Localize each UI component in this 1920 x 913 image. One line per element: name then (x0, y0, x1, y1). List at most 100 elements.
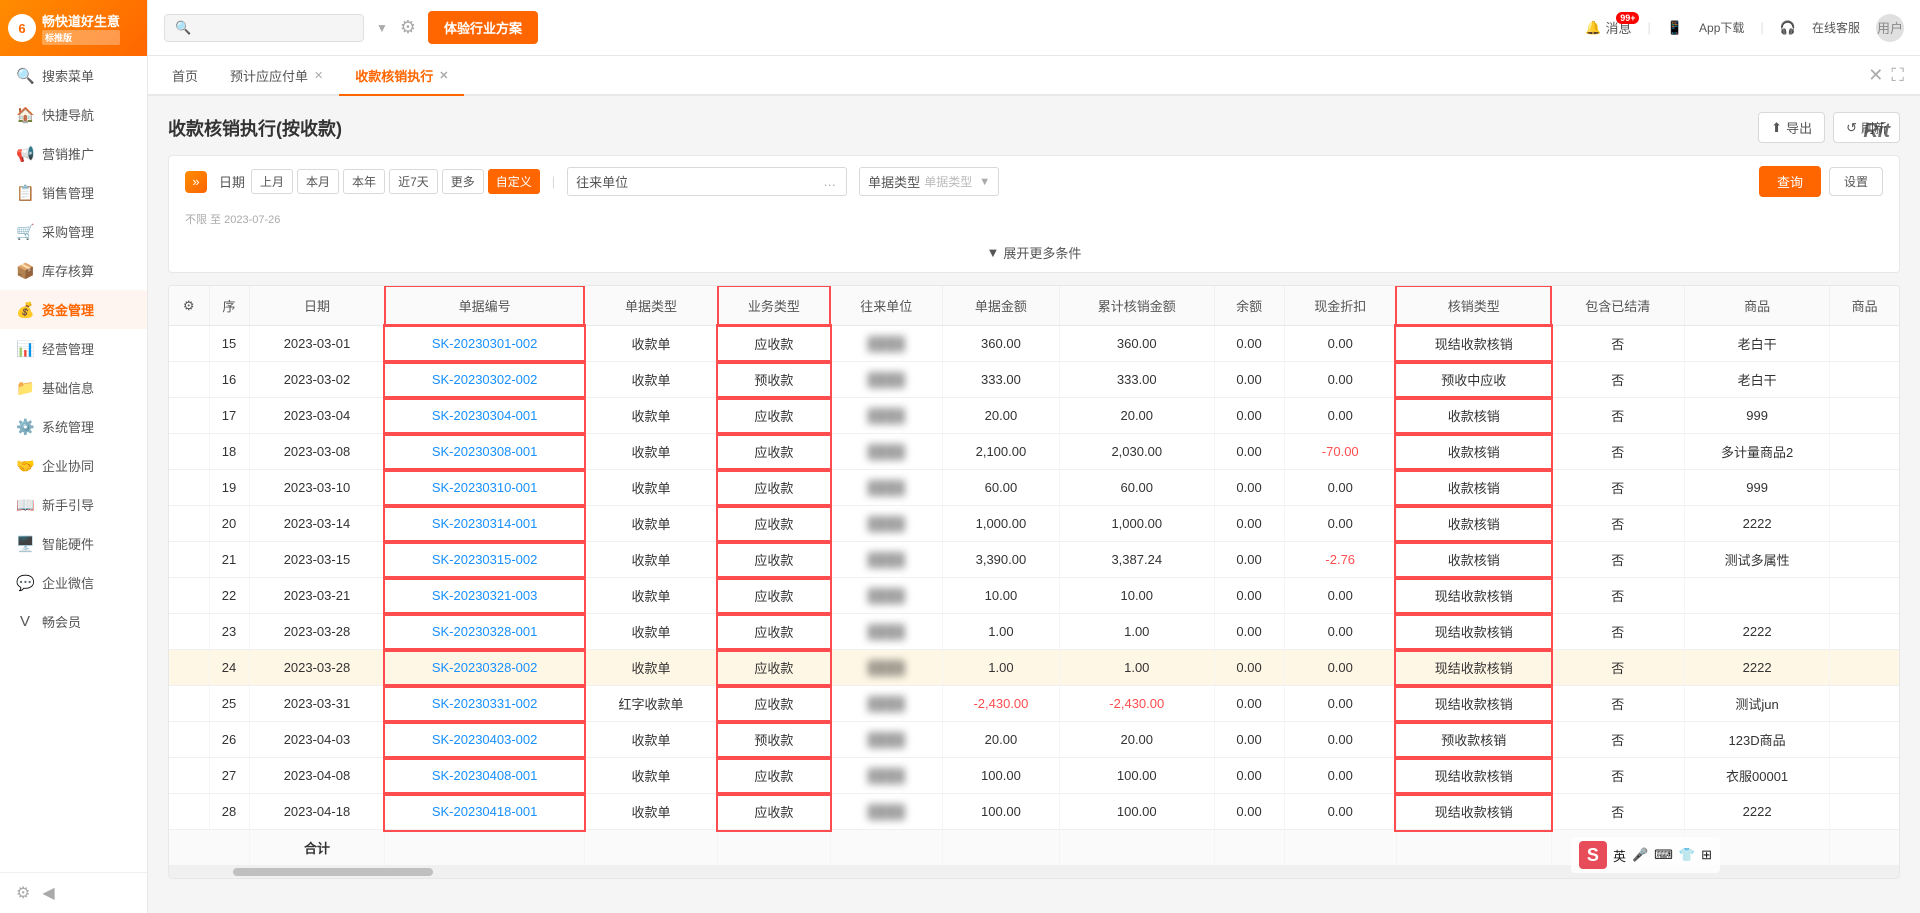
sidebar-item-purchase[interactable]: 🛒 采购管理 (0, 212, 147, 251)
sidebar-item-sales[interactable]: 📋 销售管理 (0, 173, 147, 212)
table-cell: 现结收款核销 (1396, 650, 1551, 686)
date-btn-this-year[interactable]: 本年 (343, 169, 385, 194)
date-btn-this-month[interactable]: 本月 (297, 169, 339, 194)
chevron-down-more-icon: ▼ (987, 245, 1000, 260)
table-cell (1830, 758, 1899, 794)
sidebar-item-basic[interactable]: 📁 基础信息 (0, 368, 147, 407)
settings-button[interactable]: 设置 (1829, 167, 1883, 196)
sidebar-item-quicknav[interactable]: 🏠 快捷导航 (0, 95, 147, 134)
table-cell[interactable]: SK-20230328-001 (385, 614, 584, 650)
table-cell[interactable]: SK-20230301-002 (385, 326, 584, 362)
tab-collection-close[interactable]: ✕ (439, 69, 448, 82)
col-header-goods[interactable]: 商品 (1684, 286, 1829, 326)
notification-area[interactable]: 🔔 消息 99+ (1585, 18, 1631, 37)
table-cell[interactable]: SK-20230310-001 (385, 470, 584, 506)
topbar-right: 🔔 消息 99+ | 📱 App下载 | 🎧 在线客服 用户 (1585, 14, 1904, 42)
topbar-search[interactable]: 🔍 (164, 14, 364, 42)
sidebar-item-guide[interactable]: 📖 新手引导 (0, 485, 147, 524)
sidebar-item-member[interactable]: V 畅会员 (0, 602, 147, 641)
tab-prepay-close[interactable]: ✕ (314, 69, 323, 82)
date-range-row: 不限 至 2023-07-26 (185, 211, 1883, 227)
filter-expand-button[interactable]: » (185, 171, 207, 193)
table-cell (169, 614, 209, 650)
sidebar: 6 畅快道好生意 标推版 🔍 搜索菜单 🏠 快捷导航 📢 营销推广 📋 销售管理… (0, 0, 148, 913)
table-cell: 2222 (1684, 614, 1829, 650)
tab-close-icon[interactable]: ✕ (1868, 65, 1883, 86)
col-header-partner[interactable]: 往来单位 (830, 286, 942, 326)
tab-prepay[interactable]: 预计应应付单 ✕ (214, 56, 339, 96)
table-cell[interactable]: SK-20230331-002 (385, 686, 584, 722)
col-header-balance[interactable]: 余额 (1214, 286, 1284, 326)
sidebar-item-finance[interactable]: 💰 资金管理 (0, 290, 147, 329)
filter-expand-more[interactable]: ▼ 展开更多条件 (185, 239, 1883, 262)
table-cell[interactable]: SK-20230304-001 (385, 398, 584, 434)
table-cell: 应收款 (718, 758, 830, 794)
table-cell: 20 (209, 506, 249, 542)
sidebar-item-corp[interactable]: 🤝 企业协同 (0, 446, 147, 485)
settings-icon[interactable]: ⚙ (16, 883, 30, 903)
table-cell[interactable]: SK-20230403-002 (385, 722, 584, 758)
sidebar-item-inventory[interactable]: 📦 库存核算 (0, 251, 147, 290)
tab-home[interactable]: 首页 (156, 56, 214, 96)
table-cell: 0.00 (1284, 794, 1396, 830)
col-header-voucher-no[interactable]: 单据编号 (385, 286, 584, 326)
table-cell[interactable]: SK-20230302-002 (385, 362, 584, 398)
topbar-arrow-icon[interactable]: ▼ (376, 21, 388, 35)
sidebar-item-weixin[interactable]: 💬 企业微信 (0, 563, 147, 602)
table-cell: 0.00 (1214, 578, 1284, 614)
col-header-amount[interactable]: 单据金额 (942, 286, 1059, 326)
table-cell[interactable]: SK-20230321-003 (385, 578, 584, 614)
col-header-verified[interactable]: 累计核销金额 (1059, 286, 1214, 326)
solution-button[interactable]: 体验行业方案 (428, 11, 538, 44)
sidebar-item-marketing[interactable]: 📢 营销推广 (0, 134, 147, 173)
collapse-icon[interactable]: ◀ (42, 883, 54, 903)
col-header-verify-type[interactable]: 核销类型 (1396, 286, 1551, 326)
shirt-icon: 👕 (1679, 847, 1695, 863)
voucher-type-select[interactable]: 单据类型 单据类型 ▼ (859, 167, 999, 196)
export-button[interactable]: ⬆ 导出 (1758, 112, 1825, 143)
tab-expand-icon[interactable]: ⛶ (1891, 65, 1904, 86)
table-cell: 2023-03-08 (249, 434, 385, 470)
sales-icon: 📋 (16, 184, 34, 202)
table-cell: 1.00 (1059, 614, 1214, 650)
table-cell[interactable]: SK-20230308-001 (385, 434, 584, 470)
query-button[interactable]: 查询 (1759, 166, 1821, 197)
table-cell: 收款核销 (1396, 434, 1551, 470)
col-header-biz-type[interactable]: 业务类型 (718, 286, 830, 326)
col-header-goods2[interactable]: 商品 (1830, 286, 1899, 326)
table-cell (1830, 542, 1899, 578)
col-header-voucher-type[interactable]: 单据类型 (584, 286, 717, 326)
partner-input[interactable] (636, 175, 815, 189)
table-cell: 0.00 (1284, 614, 1396, 650)
sidebar-item-search[interactable]: 🔍 搜索菜单 (0, 56, 147, 95)
partner-dots[interactable]: … (823, 174, 838, 189)
table-cell (1830, 470, 1899, 506)
sidebar-item-system[interactable]: ⚙️ 系统管理 (0, 407, 147, 446)
col-header-gear[interactable]: ⚙ (169, 286, 209, 326)
date-btn-7days[interactable]: 近7天 (389, 169, 438, 194)
table-cell[interactable]: SK-20230408-001 (385, 758, 584, 794)
table-cell[interactable]: SK-20230418-001 (385, 794, 584, 830)
online-service-link[interactable]: 在线客服 (1812, 19, 1860, 36)
table-cell: 26 (209, 722, 249, 758)
tab-collection[interactable]: 收款核销执行 ✕ (339, 56, 464, 96)
date-btn-more[interactable]: 更多 (442, 169, 484, 194)
topbar-gear-icon[interactable]: ⚙ (400, 17, 416, 38)
col-header-include-settled[interactable]: 包含已结清 (1551, 286, 1684, 326)
table-cell: 预收中应收 (1396, 362, 1551, 398)
app-download-link[interactable]: App下载 (1699, 19, 1744, 36)
table-cell: 收款单 (584, 506, 717, 542)
scrollbar-thumb[interactable] (233, 868, 433, 876)
sidebar-item-operation[interactable]: 📊 经营管理 (0, 329, 147, 368)
sidebar-item-hardware[interactable]: 🖥️ 智能硬件 (0, 524, 147, 563)
col-header-date[interactable]: 日期 (249, 286, 385, 326)
table-cell[interactable]: SK-20230314-001 (385, 506, 584, 542)
col-header-discount[interactable]: 现金折扣 (1284, 286, 1396, 326)
table-cell[interactable]: SK-20230328-002 (385, 650, 584, 686)
date-btn-custom[interactable]: 自定义 (488, 169, 540, 194)
table-cell[interactable]: SK-20230315-002 (385, 542, 584, 578)
avatar[interactable]: 用户 (1876, 14, 1904, 42)
table-cell: 2222 (1684, 650, 1829, 686)
date-btn-last-month[interactable]: 上月 (251, 169, 293, 194)
table-cell: 0.00 (1214, 398, 1284, 434)
